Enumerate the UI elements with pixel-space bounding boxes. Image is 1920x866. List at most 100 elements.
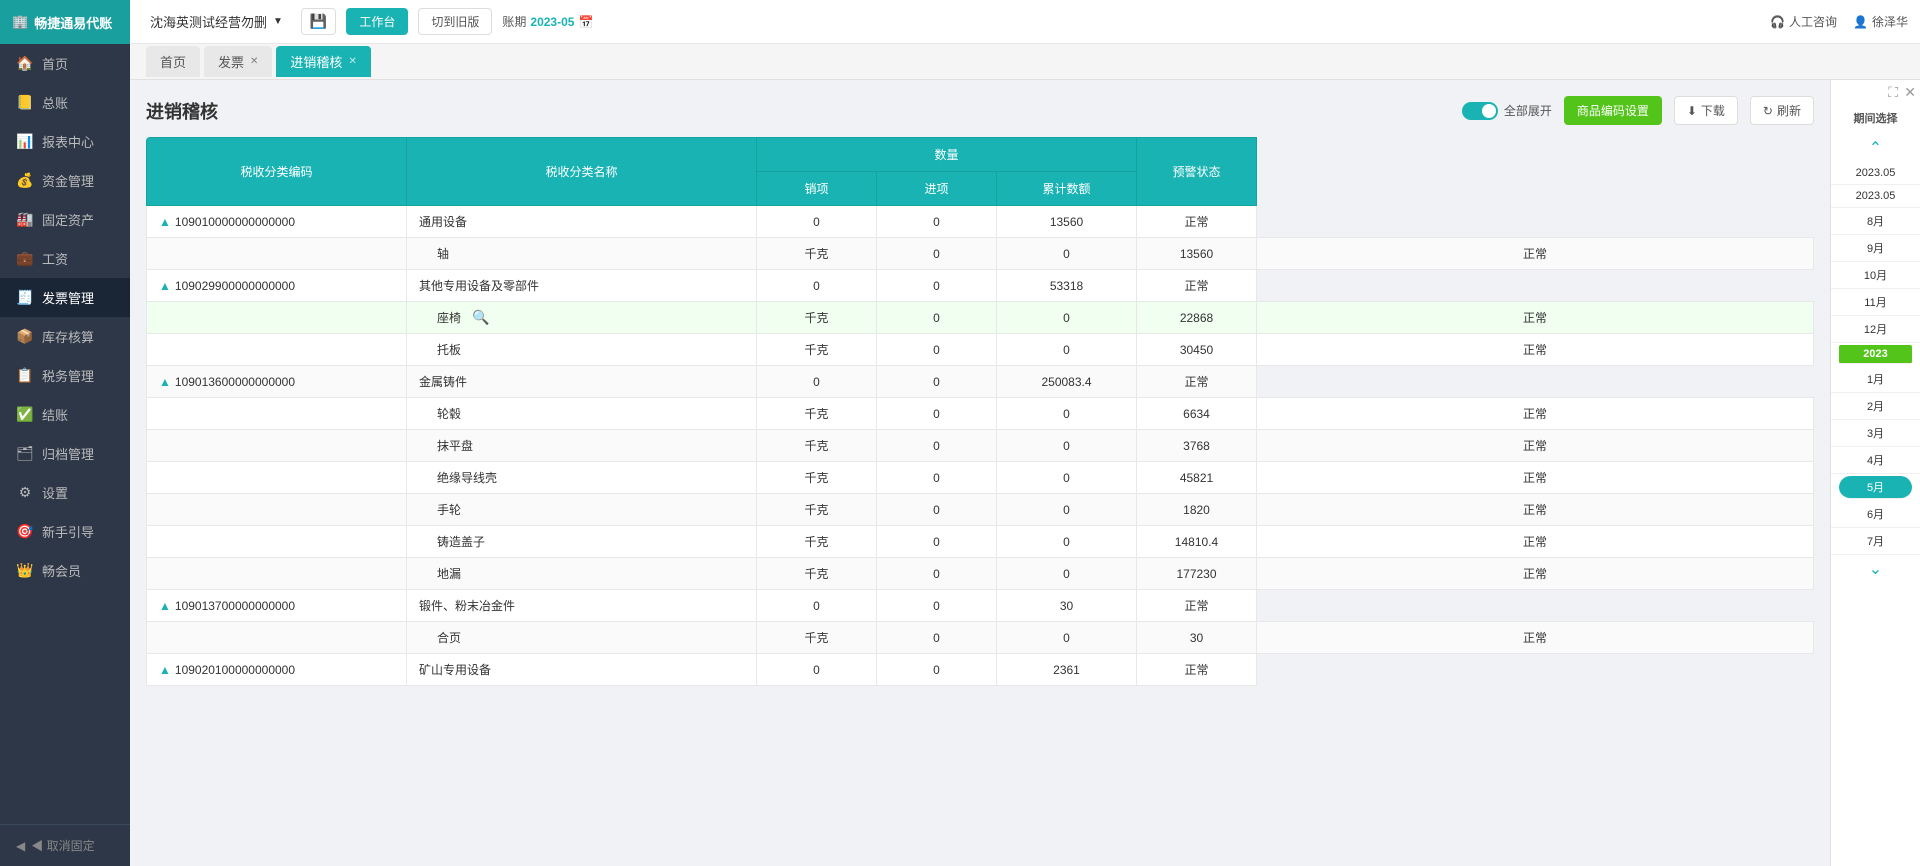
collapse-icon[interactable]: ▲ [159,375,171,389]
download-btn[interactable]: ⬇ 下载 [1674,96,1738,125]
table-cell-purchase: 0 [997,334,1137,366]
scroll-up-icon[interactable]: ⌃ [1831,134,1920,162]
scroll-down-icon[interactable]: ⌄ [1831,555,1920,583]
period-item[interactable]: 1月 [1831,366,1920,393]
table-cell-sales: 0 [757,366,877,398]
table-cell-sales: 0 [877,238,997,270]
table-cell-sales: 0 [877,302,997,334]
sidebar-item-ledger[interactable]: 📒 总账 [0,83,130,122]
table-cell-purchase: 0 [997,462,1137,494]
sidebar-item-guide[interactable]: 🎯 新手引导 [0,512,130,551]
period-item[interactable]: 2月 [1831,393,1920,420]
col-tax-name: 税收分类名称 [407,138,757,206]
tab-home[interactable]: 首页 [146,46,200,77]
chevron-down-icon: ▼ [273,16,283,27]
table-cell-status: 正常 [1257,558,1814,590]
period-item[interactable]: 12月 [1831,316,1920,343]
tab-reconcile[interactable]: 进销稽核 ✕ [276,46,370,77]
settings-btn[interactable]: 商品编码设置 [1564,96,1662,125]
table-row [147,302,407,334]
sidebar-item-settlement[interactable]: ✅ 结账 [0,395,130,434]
tab-invoice-label: 发票 [218,52,244,71]
switch-version-button[interactable]: 切到旧版 [418,8,492,35]
period-item[interactable]: 11月 [1831,289,1920,316]
table-cell-status: 正常 [1257,526,1814,558]
settings-icon: ⚙ [16,484,34,501]
period-item[interactable]: 10月 [1831,262,1920,289]
archive-icon: 🗂 [16,445,34,462]
expand-icon[interactable]: ⛶ [1888,84,1898,101]
close-icon[interactable]: ✕ [348,56,356,67]
expand-toggle[interactable]: 全部展开 [1462,102,1552,120]
sidebar-item-funds[interactable]: 💰 资金管理 [0,161,130,200]
close-panel-icon[interactable]: ✕ [1904,84,1916,101]
period-item[interactable]: 6月 [1831,501,1920,528]
sidebar-item-invoice[interactable]: 🧾 发票管理 [0,278,130,317]
calendar-icon[interactable]: 📅 [578,15,593,29]
search-icon[interactable]: 🔍 [472,309,489,325]
collapse-icon[interactable]: ▲ [159,215,171,229]
user-icon: 👤 [1853,15,1868,29]
col-total: 累计数额 [997,172,1137,206]
collapse-icon[interactable]: ▲ [159,599,171,613]
table-cell-name: 其他专用设备及零部件 [407,270,757,302]
sidebar-item-assets[interactable]: 🏭 固定资产 [0,200,130,239]
user-btn[interactable]: 👤 徐泽华 [1853,13,1908,30]
period-item[interactable]: 5月 [1839,476,1912,499]
sidebar-item-label: 新手引导 [42,522,94,541]
invoice-icon: 🧾 [16,289,34,306]
table-cell-name: 轮毂 [407,398,757,430]
close-icon[interactable]: ✕ [250,56,258,67]
period-item[interactable]: 8月 [1831,208,1920,235]
sidebar-item-home[interactable]: 🏠 首页 [0,44,130,83]
table-cell-status: 正常 [1257,462,1814,494]
sidebar-item-tax[interactable]: 📋 税务管理 [0,356,130,395]
sidebar-nav: 🏠 首页 📒 总账 📊 报表中心 💰 资金管理 🏭 固定资产 💼 工资 🧾 发票… [0,44,130,824]
page-header: 进销稽核 全部展开 商品编码设置 ⬇ 下载 [146,96,1814,125]
save-draft-button[interactable]: 💾 [301,8,336,35]
table-cell-sales: 0 [877,334,997,366]
page-content: 进销稽核 全部展开 商品编码设置 ⬇ 下载 [130,80,1920,866]
table-cell-unit: 千克 [757,334,877,366]
sidebar-item-salary[interactable]: 💼 工资 [0,239,130,278]
table-cell-sales: 0 [757,206,877,238]
table-row [147,622,407,654]
sidebar-item-member[interactable]: 👑 畅会员 [0,551,130,590]
col-purchase: 进项 [877,172,997,206]
table-cell-status: 正常 [1257,430,1814,462]
service-btn[interactable]: 🎧 人工咨询 [1770,13,1837,30]
table-cell-unit: 千克 [757,622,877,654]
period-item[interactable]: 2023 [1839,345,1912,364]
sidebar-item-inventory[interactable]: 📦 库存核算 [0,317,130,356]
logo-icon: 🏢 [12,14,28,30]
tab-invoice[interactable]: 发票 ✕ [204,46,272,77]
toggle-track[interactable] [1462,102,1498,120]
period-item[interactable]: 2023.05 [1831,162,1920,185]
table-row [147,558,407,590]
table-cell-status: 正常 [1257,398,1814,430]
sidebar-item-label: 设置 [42,483,68,502]
company-selector[interactable]: 沈海英测试经营勿删 ▼ [142,8,291,35]
table-cell-total: 13560 [997,206,1137,238]
sidebar-item-reports[interactable]: 📊 报表中心 [0,122,130,161]
sidebar-item-settings[interactable]: ⚙ 设置 [0,473,130,512]
period-item[interactable]: 3月 [1831,420,1920,447]
collapse-icon[interactable]: ▲ [159,279,171,293]
download-label: 下载 [1701,102,1725,119]
collapse-icon[interactable]: ▲ [159,663,171,677]
table-cell-sales: 0 [877,462,997,494]
sidebar-item-archive[interactable]: 🗂 归档管理 [0,434,130,473]
refresh-btn[interactable]: ↻ 刷新 [1750,96,1814,125]
data-table-wrapper: 税收分类编码 税收分类名称 数量 预警状态 销项 进项 累计数额 [146,137,1814,850]
table-cell-status: 正常 [1137,654,1257,686]
period-display: 账期 2023-05 📅 [502,13,593,30]
workspace-button[interactable]: 工作台 [346,8,408,35]
period-item[interactable]: 4月 [1831,447,1920,474]
sidebar-collapse-btn[interactable]: ◀ ◀ 取消固定 [0,824,130,866]
table-cell-total: 30450 [1137,334,1257,366]
table-cell-status: 正常 [1257,238,1814,270]
period-item[interactable]: 2023.05 [1831,185,1920,208]
period-item[interactable]: 9月 [1831,235,1920,262]
table-cell-purchase: 0 [997,494,1137,526]
period-item[interactable]: 7月 [1831,528,1920,555]
